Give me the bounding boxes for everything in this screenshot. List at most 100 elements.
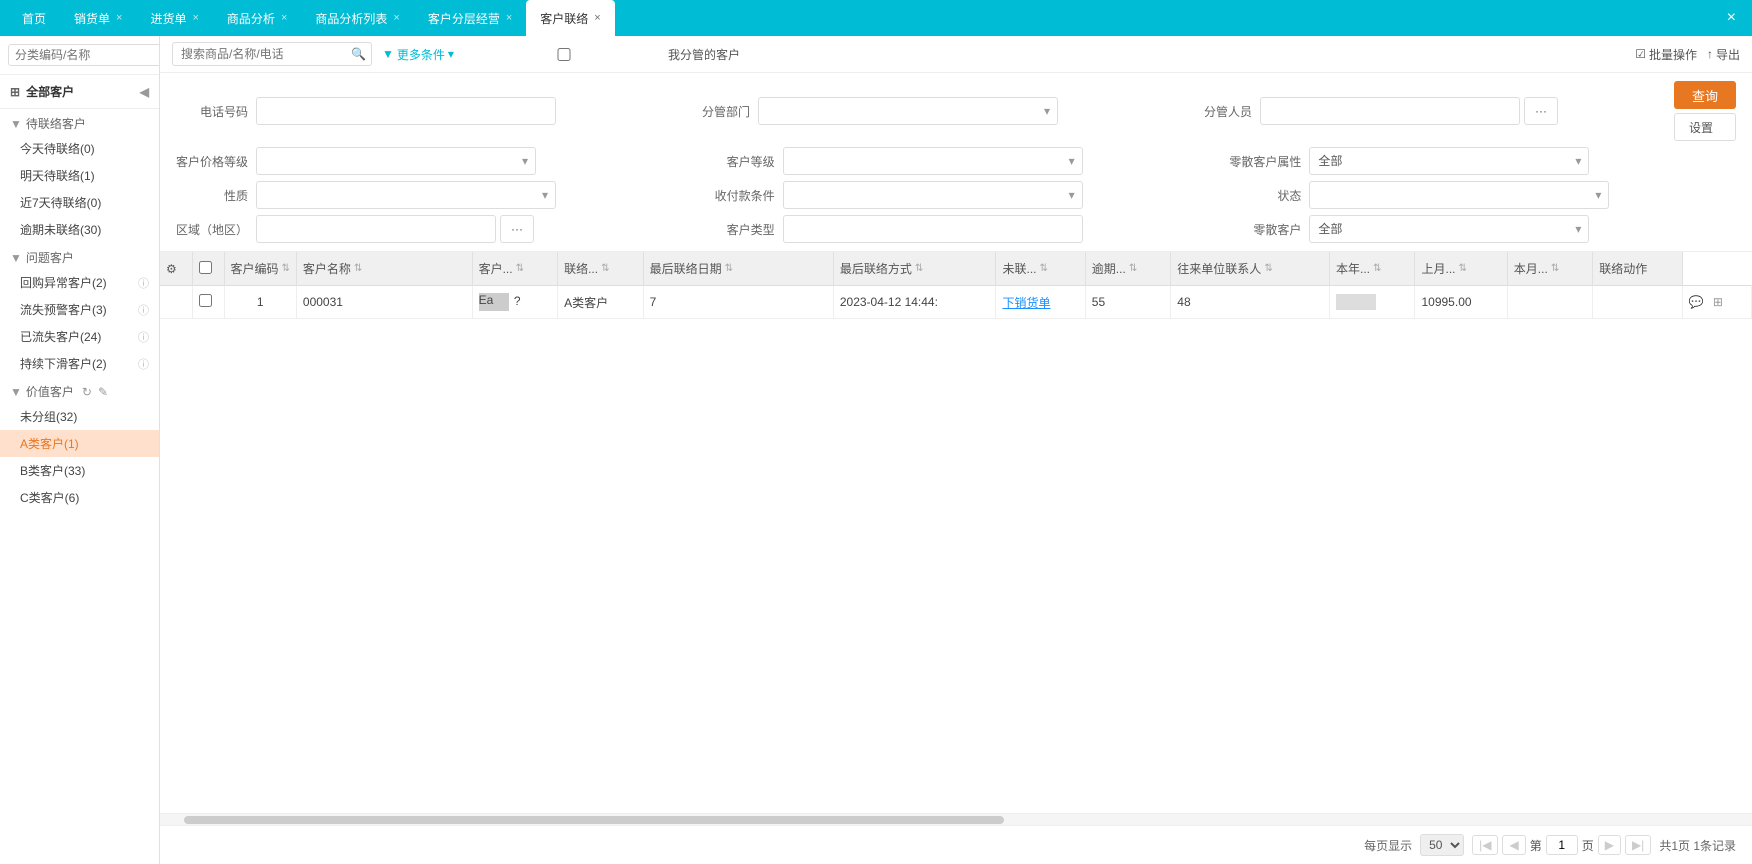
sort-name-icon[interactable]: ⇅ bbox=[354, 263, 362, 274]
field-retail-customer: 零散客户 全部 ▾ bbox=[1229, 215, 1736, 243]
price-level-select[interactable] bbox=[256, 147, 536, 175]
sidebar-item-overdue[interactable]: 逾期未联络(30) bbox=[0, 216, 159, 243]
row-select-checkbox[interactable] bbox=[199, 294, 212, 307]
sidebar-item-b-class[interactable]: B类客户(33) bbox=[0, 457, 159, 484]
sidebar-search-area: 🔍 bbox=[0, 36, 159, 75]
close-all-button[interactable]: × bbox=[1719, 9, 1744, 27]
more-filters-button[interactable]: ▼ 更多条件 ▾ bbox=[382, 46, 454, 63]
sort-contact-icon[interactable]: ⇅ bbox=[601, 263, 609, 274]
scroll-bar[interactable] bbox=[184, 816, 1004, 824]
nav-customer-segment[interactable]: 客户分层经营 × bbox=[414, 0, 526, 36]
select-all-checkbox[interactable] bbox=[199, 261, 212, 274]
sidebar-item-churned[interactable]: 已流失客户(24) ⓘ bbox=[0, 323, 159, 350]
sort-person-icon[interactable]: ⇅ bbox=[1264, 263, 1272, 274]
sort-method-icon[interactable]: ⇅ bbox=[915, 263, 923, 274]
table-footer: 每页显示 50 |◀ ◀ 第 页 ▶ ▶| 共1页 1条记录 bbox=[160, 825, 1752, 864]
th-gear[interactable]: ⚙ bbox=[160, 252, 192, 286]
close-customer-contact-icon[interactable]: × bbox=[594, 12, 600, 24]
field-manager: 分管人员 ··· bbox=[1180, 97, 1662, 125]
nav-product-analysis[interactable]: 商品分析 × bbox=[213, 0, 301, 36]
sidebar-item-c-class[interactable]: C类客户(6) bbox=[0, 484, 159, 511]
sidebar-all-customers[interactable]: ⊞ 全部客户 ◀ bbox=[0, 75, 159, 109]
settings-button[interactable]: 设置 bbox=[1674, 113, 1736, 141]
payment-select[interactable] bbox=[783, 181, 1083, 209]
region-input[interactable] bbox=[256, 215, 496, 243]
sort-type-icon[interactable]: ⇅ bbox=[516, 263, 524, 274]
scroll-bottom bbox=[160, 813, 1752, 825]
arrow-down-icon: ▼ bbox=[10, 117, 22, 131]
action-icon-2[interactable]: ⊞ bbox=[1713, 295, 1723, 309]
prev-page-button[interactable]: ◀ bbox=[1502, 835, 1525, 855]
sidebar-item-7days[interactable]: 近7天待联络(0) bbox=[0, 189, 159, 216]
row-checkbox[interactable] bbox=[192, 286, 224, 319]
close-sales-icon[interactable]: × bbox=[116, 12, 122, 24]
status-select[interactable] bbox=[1309, 181, 1609, 209]
sort-lastmonth-icon[interactable]: ⇅ bbox=[1459, 263, 1467, 274]
edit-icon[interactable]: ✎ bbox=[98, 385, 108, 399]
sort-thismonth-icon[interactable]: ⇅ bbox=[1551, 263, 1559, 274]
sort-year-icon[interactable]: ⇅ bbox=[1373, 263, 1381, 274]
close-purchase-icon[interactable]: × bbox=[192, 12, 198, 24]
region-dots-button[interactable]: ··· bbox=[500, 215, 534, 243]
refresh-icon[interactable]: ↻ bbox=[82, 385, 92, 399]
my-customers-checkbox[interactable] bbox=[464, 48, 664, 61]
customer-level-select[interactable] bbox=[783, 147, 1083, 175]
nav-sales[interactable]: 销货单 × bbox=[60, 0, 136, 36]
th-checkbox[interactable] bbox=[192, 252, 224, 286]
nav-customer-contact[interactable]: 客户联络 × bbox=[526, 0, 614, 36]
close-customer-segment-icon[interactable]: × bbox=[506, 12, 512, 24]
field-dept: 分管部门 ▾ bbox=[678, 97, 1160, 125]
search-icon[interactable]: 🔍 bbox=[351, 47, 366, 61]
action-icon-1[interactable]: 💬 bbox=[1689, 295, 1704, 309]
last-page-button[interactable]: ▶| bbox=[1625, 835, 1651, 855]
manager-dots-button[interactable]: ··· bbox=[1524, 97, 1558, 125]
arrow-down-icon2: ▼ bbox=[10, 251, 22, 265]
sidebar-item-today[interactable]: 今天待联络(0) bbox=[0, 135, 159, 162]
th-overdue: 逾期... ⇅ bbox=[1085, 252, 1171, 286]
batch-op-icon: ☑ bbox=[1635, 47, 1646, 61]
batch-op-button[interactable]: ☑ 批量操作 bbox=[1635, 46, 1697, 63]
customer-type-input[interactable] bbox=[783, 215, 1083, 243]
dept-label: 分管部门 bbox=[678, 103, 758, 120]
sort-notcontact-icon[interactable]: ⇅ bbox=[1040, 263, 1048, 274]
sidebar-collapse-button[interactable]: ◀ bbox=[140, 85, 149, 99]
retail-attr-select[interactable]: 全部 bbox=[1309, 147, 1589, 175]
nav-home[interactable]: 首页 bbox=[8, 0, 60, 36]
close-product-list-icon[interactable]: × bbox=[393, 12, 399, 24]
sort-overdue-icon[interactable]: ⇅ bbox=[1129, 263, 1137, 274]
sidebar-group-problem[interactable]: ▼ 问题客户 bbox=[0, 243, 159, 269]
dept-select[interactable] bbox=[758, 97, 1058, 125]
info-icon-4: ⓘ bbox=[138, 356, 149, 372]
sort-date-icon[interactable]: ⇅ bbox=[725, 263, 733, 274]
sidebar-item-tomorrow[interactable]: 明天待联络(1) bbox=[0, 162, 159, 189]
query-button[interactable]: 查询 bbox=[1674, 81, 1736, 109]
page-number-input[interactable] bbox=[1546, 835, 1578, 855]
nature-select[interactable] bbox=[256, 181, 556, 209]
row-customer-type: A类客户 bbox=[558, 286, 644, 319]
sidebar-group-value[interactable]: ▼ 价值客户 ↻ ✎ bbox=[0, 377, 159, 403]
phone-input[interactable] bbox=[256, 97, 556, 125]
page-size-select[interactable]: 50 bbox=[1420, 834, 1464, 856]
adv-filter-row-2: 客户价格等级 ▾ 客户等级 ▾ 零散客户属性 全部 bbox=[176, 147, 1736, 175]
sidebar-item-repurchase-abnormal[interactable]: 回购异常客户(2) ⓘ bbox=[0, 269, 159, 296]
region-label: 区域（地区） bbox=[176, 221, 256, 238]
sidebar-search-input[interactable] bbox=[8, 44, 160, 66]
export-button[interactable]: ↑ 导出 bbox=[1707, 46, 1740, 63]
sidebar-group-pending[interactable]: ▼ 待联络客户 bbox=[0, 109, 159, 135]
sidebar-item-a-class[interactable]: A类客户(1) bbox=[0, 430, 159, 457]
sidebar-item-churn-warning[interactable]: 流失预警客户(3) ⓘ bbox=[0, 296, 159, 323]
sidebar-item-ungrouped[interactable]: 未分组(32) bbox=[0, 403, 159, 430]
my-customers-checkbox-wrap[interactable]: 我分管的客户 bbox=[464, 46, 740, 63]
retail-customer-select[interactable]: 全部 bbox=[1309, 215, 1589, 243]
gear-icon[interactable]: ⚙ bbox=[166, 262, 177, 276]
search-input[interactable] bbox=[172, 42, 372, 66]
nav-purchase[interactable]: 进货单 × bbox=[136, 0, 212, 36]
manager-input[interactable] bbox=[1260, 97, 1520, 125]
customer-type-label: 客户类型 bbox=[703, 221, 783, 238]
nav-product-list[interactable]: 商品分析列表 × bbox=[301, 0, 413, 36]
first-page-button[interactable]: |◀ bbox=[1472, 835, 1498, 855]
sort-code-icon[interactable]: ⇅ bbox=[282, 263, 290, 274]
sidebar-item-declining[interactable]: 持续下滑客户(2) ⓘ bbox=[0, 350, 159, 377]
next-page-button[interactable]: ▶ bbox=[1598, 835, 1621, 855]
close-product-analysis-icon[interactable]: × bbox=[281, 12, 287, 24]
